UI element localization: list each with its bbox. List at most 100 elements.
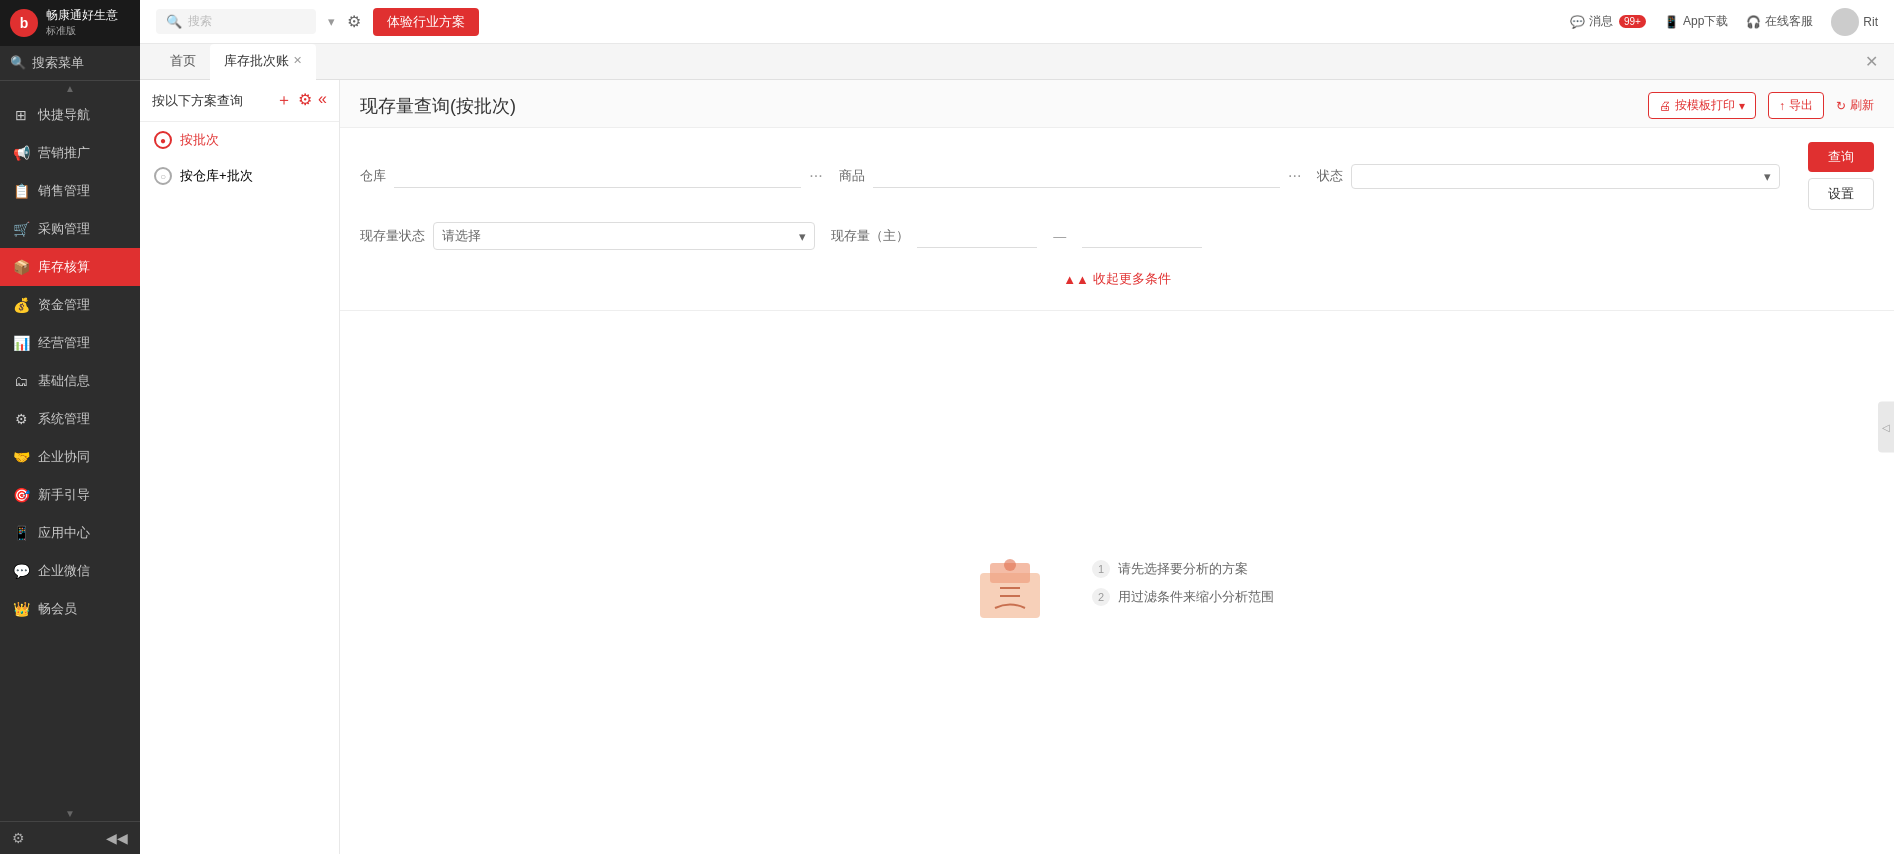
template-print-btn[interactable]: 🖨 按模板打印 ▾ <box>1648 92 1756 119</box>
page-title-bar: 现存量查询(按批次) 🖨 按模板打印 ▾ ↑ 导出 ↻ 刷新 <box>340 80 1894 128</box>
sidebar-item-finance[interactable]: 💰 资金管理 <box>0 286 140 324</box>
settings-icon[interactable]: ⚙ <box>12 830 25 846</box>
app-download-item[interactable]: 📱 App下载 <box>1664 13 1728 30</box>
sidebar-item-system[interactable]: ⚙ 系统管理 <box>0 400 140 438</box>
nav-icon-wechat: 💬 <box>12 562 30 580</box>
refresh-btn[interactable]: ↻ 刷新 <box>1836 97 1874 114</box>
tab-close-icon[interactable]: ✕ <box>293 54 302 67</box>
user-avatar-item[interactable]: Rit <box>1831 8 1878 36</box>
sidebar-search[interactable]: 🔍 搜索菜单 <box>0 46 140 81</box>
collapse-more-btn[interactable]: ▲▲ 收起更多条件 <box>360 262 1874 296</box>
refresh-label: 刷新 <box>1850 97 1874 114</box>
status-label: 状态 <box>1317 167 1343 185</box>
sidebar-item-operations[interactable]: 📊 经营管理 <box>0 324 140 362</box>
filter-inventory-status-field: 现存量状态 请选择 ▾ <box>360 222 815 250</box>
sidebar-item-sales[interactable]: 📋 销售管理 <box>0 172 140 210</box>
scroll-down[interactable]: ▼ <box>0 806 140 821</box>
sidebar-item-purchase[interactable]: 🛒 采购管理 <box>0 210 140 248</box>
query-btn[interactable]: 查询 <box>1808 142 1874 172</box>
settings-plan-icon[interactable]: ⚙ <box>298 90 312 111</box>
right-panel: 现存量查询(按批次) 🖨 按模板打印 ▾ ↑ 导出 ↻ 刷新 <box>340 80 1894 854</box>
nav-label-quick-nav: 快捷导航 <box>38 106 90 124</box>
tip-text-2: 用过滤条件来缩小分析范围 <box>1118 588 1274 606</box>
tab-home[interactable]: 首页 <box>156 44 210 80</box>
topbar-search[interactable]: 🔍 搜索 <box>156 9 316 34</box>
settings-btn[interactable]: 设置 <box>1808 178 1874 210</box>
topbar-gear-icon[interactable]: ⚙ <box>347 12 361 31</box>
right-edge-toggle[interactable]: ◁ <box>1878 402 1894 453</box>
inventory-qty-max-input[interactable] <box>1082 224 1202 248</box>
nav-label-app-center: 应用中心 <box>38 524 90 542</box>
filter-row-2: 现存量状态 请选择 ▾ 现存量（主） — <box>360 222 1874 250</box>
topbar: 🔍 搜索 ▾ ⚙ 体验行业方案 💬 消息 99+ 📱 App下载 🎧 在线客服 … <box>140 0 1894 44</box>
user-name: Rit <box>1863 15 1878 29</box>
inventory-status-chevron: ▾ <box>799 229 806 244</box>
tab-inventory-batch[interactable]: 库存批次账 ✕ <box>210 44 316 80</box>
status-select[interactable]: ▾ <box>1351 164 1780 189</box>
tip-num-1: 1 <box>1092 560 1110 578</box>
inventory-status-placeholder: 请选择 <box>442 227 481 245</box>
warehouse-input[interactable] <box>394 164 801 188</box>
product-input[interactable] <box>873 164 1280 188</box>
export-btn[interactable]: ↑ 导出 <box>1768 92 1824 119</box>
nav-icon-marketing: 📢 <box>12 144 30 162</box>
nav-label-operations: 经营管理 <box>38 334 90 352</box>
sidebar-item-newbie[interactable]: 🎯 新手引导 <box>0 476 140 514</box>
notifications-label: 消息 <box>1589 13 1613 30</box>
tip-num-2: 2 <box>1092 588 1110 606</box>
scroll-up[interactable]: ▲ <box>0 81 140 96</box>
tabs-close-all[interactable]: ✕ <box>1865 52 1878 71</box>
product-options-icon[interactable]: ··· <box>1288 167 1301 185</box>
sidebar-item-wechat[interactable]: 💬 企业微信 <box>0 552 140 590</box>
export-icon: ↑ <box>1779 99 1785 113</box>
industry-btn[interactable]: 体验行业方案 <box>373 8 479 36</box>
search-icon: 🔍 <box>166 14 182 29</box>
refresh-icon: ↻ <box>1836 99 1846 113</box>
inventory-qty-label: 现存量（主） <box>831 227 909 245</box>
nav-label-inventory: 库存核算 <box>38 258 90 276</box>
warehouse-options-icon[interactable]: ··· <box>809 167 822 185</box>
sidebar-item-member[interactable]: 👑 畅会员 <box>0 590 140 628</box>
filter-actions: 查询 设置 <box>1808 142 1874 210</box>
app-download-label: App下载 <box>1683 13 1728 30</box>
warehouse-label: 仓库 <box>360 167 386 185</box>
plan-active-icon: ● <box>154 131 172 149</box>
search-label: 搜索菜单 <box>32 54 84 72</box>
customer-service-label: 在线客服 <box>1765 13 1813 30</box>
collapse-panel-icon[interactable]: « <box>318 90 327 111</box>
sidebar-nav: ⊞ 快捷导航📢 营销推广📋 销售管理🛒 采购管理📦 库存核算💰 资金管理📊 经营… <box>0 96 140 806</box>
plan-item-warehouse-batch[interactable]: ○ 按仓库+批次 <box>140 158 339 194</box>
page-title-actions: 🖨 按模板打印 ▾ ↑ 导出 ↻ 刷新 <box>1648 92 1874 119</box>
nav-icon-quick-nav: ⊞ <box>12 106 30 124</box>
sidebar-item-marketing[interactable]: 📢 营销推广 <box>0 134 140 172</box>
left-panel-title: 按以下方案查询 <box>152 92 243 110</box>
sidebar-item-basic[interactable]: 🗂 基础信息 <box>0 362 140 400</box>
notifications-item[interactable]: 💬 消息 99+ <box>1570 13 1646 30</box>
nav-icon-system: ⚙ <box>12 410 30 428</box>
sidebar-item-enterprise[interactable]: 🤝 企业协同 <box>0 438 140 476</box>
plan-item-batch[interactable]: ● 按批次 <box>140 122 339 158</box>
add-plan-icon[interactable]: ＋ <box>276 90 292 111</box>
sidebar-item-quick-nav[interactable]: ⊞ 快捷导航 <box>0 96 140 134</box>
empty-tips: 1 请先选择要分析的方案 2 用过滤条件来缩小分析范围 <box>1092 560 1274 606</box>
phone-icon: 📱 <box>1664 15 1679 29</box>
nav-label-sales: 销售管理 <box>38 182 90 200</box>
app-subtitle: 标准版 <box>46 24 118 38</box>
customer-service-item[interactable]: 🎧 在线客服 <box>1746 13 1813 30</box>
sidebar-header: b 畅康通好生意 标准版 <box>0 0 140 46</box>
tab-home-label: 首页 <box>170 53 196 68</box>
inventory-status-label: 现存量状态 <box>360 227 425 245</box>
notification-badge: 99+ <box>1619 15 1646 28</box>
empty-tip-2: 2 用过滤条件来缩小分析范围 <box>1092 588 1274 606</box>
page-title: 现存量查询(按批次) <box>360 94 516 118</box>
topbar-dropdown-icon[interactable]: ▾ <box>328 14 335 29</box>
inventory-status-select[interactable]: 请选择 ▾ <box>433 222 815 250</box>
sidebar-item-app-center[interactable]: 📱 应用中心 <box>0 514 140 552</box>
nav-icon-newbie: 🎯 <box>12 486 30 504</box>
nav-label-system: 系统管理 <box>38 410 90 428</box>
collapse-icon[interactable]: ◀◀ <box>106 830 128 846</box>
inventory-qty-min-input[interactable] <box>917 224 1037 248</box>
sidebar-item-inventory[interactable]: 📦 库存核算 <box>0 248 140 286</box>
nav-label-member: 畅会员 <box>38 600 77 618</box>
headset-icon: 🎧 <box>1746 15 1761 29</box>
